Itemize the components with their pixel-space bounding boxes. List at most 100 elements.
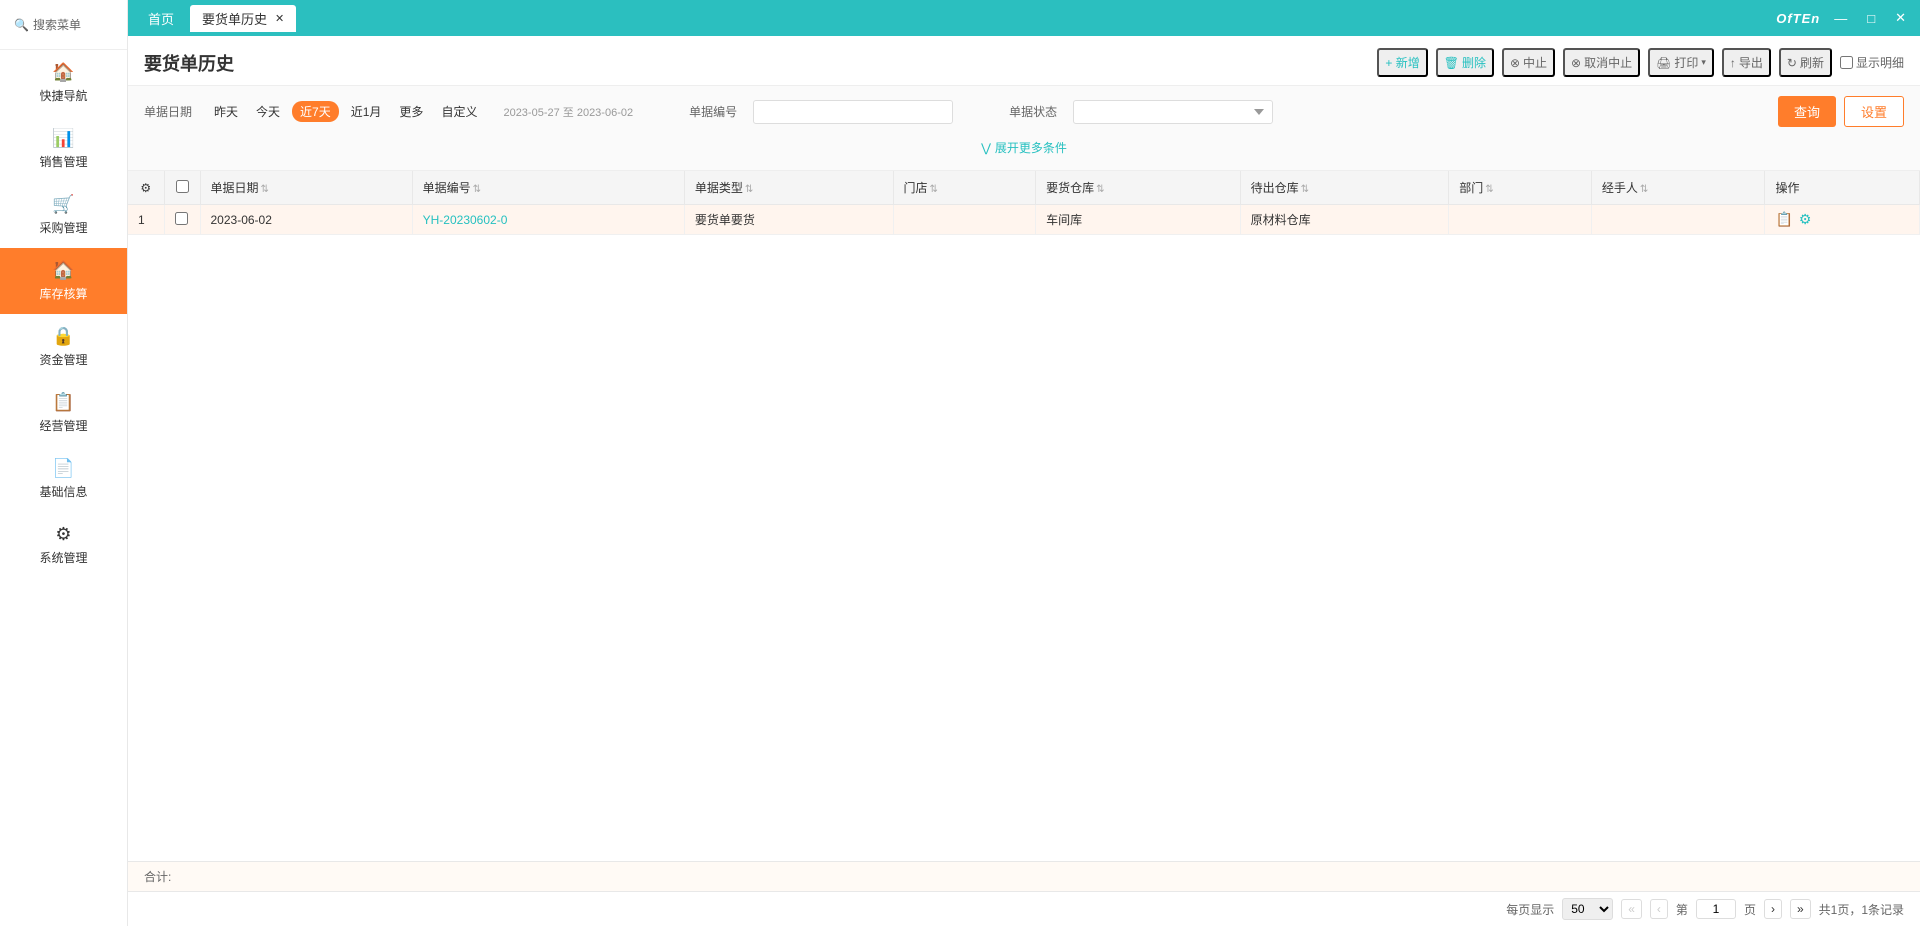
- status-select[interactable]: [1073, 100, 1273, 124]
- filter-row-1: 单据日期 昨天今天近7天近1月更多自定义 2023-05-27 至 2023-0…: [144, 96, 1904, 127]
- main-area: 首页要货单历史✕ OfTEn — □ ✕ 要货单历史 + 新增 🗑 删除 ⊗ 中…: [128, 0, 1920, 926]
- expand-row: ⋁ 展开更多条件: [144, 135, 1904, 160]
- cancel-stop-icon: ⊗: [1571, 56, 1581, 70]
- first-page-btn[interactable]: «: [1621, 899, 1642, 919]
- window-minimize-btn[interactable]: —: [1828, 9, 1853, 28]
- table-container: ⚙单据日期⇅单据编号⇅单据类型⇅门店⇅要货仓库⇅待出仓库⇅部门⇅经手人⇅操作 1…: [128, 171, 1920, 861]
- sidebar: 🔍 搜索菜单 🏠快捷导航📊销售管理 🛒 采购管理 🏠库存核算 🔒 资金管理 📋经营管理📄基础…: [0, 0, 128, 926]
- td-doc_type: 要货单要货: [684, 205, 893, 235]
- table-footer: 合计:: [128, 861, 1920, 891]
- print-button[interactable]: 🖨 打印 ▾: [1648, 48, 1714, 77]
- sort-icon-dept: ⇅: [1485, 184, 1493, 195]
- total-info: 共1页，1条记录: [1819, 901, 1904, 918]
- sidebar-label-finance: 资金管理: [39, 351, 87, 368]
- prev-page-btn[interactable]: ‹: [1650, 899, 1668, 919]
- display-detail-toggle[interactable]: 显示明细: [1840, 54, 1904, 71]
- window-maximize-btn[interactable]: □: [1861, 9, 1881, 28]
- td-action[interactable]: 📋 ⚙: [1765, 205, 1920, 235]
- search-icon: 🔍: [14, 18, 29, 32]
- tab-bar: 首页要货单历史✕ OfTEn — □ ✕: [128, 0, 1920, 36]
- doc-no-input[interactable]: [753, 100, 953, 124]
- th-handler[interactable]: 经手人⇅: [1591, 171, 1765, 205]
- sidebar-item-operation[interactable]: 📋经营管理: [0, 380, 127, 446]
- date-opt-近7天[interactable]: 近7天: [292, 101, 339, 122]
- date-opt-自定义[interactable]: 自定义: [435, 101, 483, 122]
- delete-icon: 🗑: [1444, 56, 1459, 70]
- quick-nav-icon: 🏠: [52, 62, 74, 83]
- th-pending_warehouse[interactable]: 待出仓库⇅: [1240, 171, 1449, 205]
- sales-icon: 📊: [52, 128, 74, 149]
- sort-icon-store: ⇅: [930, 184, 938, 195]
- next-page-btn[interactable]: ›: [1764, 899, 1782, 919]
- th-doc_no[interactable]: 单据编号⇅: [412, 171, 684, 205]
- sort-icon-doc_type: ⇅: [745, 184, 753, 195]
- table-settings-icon[interactable]: ⚙: [140, 181, 151, 195]
- purchase-icon: 🛒: [52, 194, 74, 215]
- th-checkbox: [164, 171, 200, 205]
- th-doc_type[interactable]: 单据类型⇅: [684, 171, 893, 205]
- per-page-select[interactable]: 102050100: [1562, 898, 1613, 920]
- display-detail-checkbox[interactable]: [1840, 56, 1853, 69]
- td-store: [893, 205, 1036, 235]
- expand-icon: ⋁: [981, 141, 991, 155]
- settings-button[interactable]: 设置: [1844, 96, 1904, 127]
- page-input[interactable]: [1696, 899, 1736, 919]
- total-label: 合计:: [144, 868, 171, 885]
- select-all-checkbox[interactable]: [176, 180, 189, 193]
- sidebar-item-system[interactable]: ⚙系统管理: [0, 512, 127, 578]
- status-label: 单据状态: [1009, 103, 1057, 120]
- sidebar-label-purchase: 采购管理: [39, 219, 87, 236]
- tab-requisition-history[interactable]: 要货单历史✕: [190, 5, 296, 32]
- last-page-btn[interactable]: »: [1790, 899, 1811, 919]
- more-action-icon[interactable]: ⚙: [1799, 211, 1812, 228]
- sidebar-label-system: 系统管理: [39, 549, 87, 566]
- page-header: 要货单历史 + 新增 🗑 删除 ⊗ 中止 ⊗ 取消中止 🖨 打印: [128, 36, 1920, 86]
- sidebar-item-finance[interactable]: 🔒 资金管理: [0, 314, 127, 380]
- date-opt-更多[interactable]: 更多: [393, 101, 429, 122]
- tab-home[interactable]: 首页: [136, 5, 186, 32]
- date-opt-今天[interactable]: 今天: [250, 101, 286, 122]
- sidebar-item-purchase[interactable]: 🛒 采购管理: [0, 182, 127, 248]
- query-button[interactable]: 查询: [1778, 96, 1836, 127]
- row-checkbox[interactable]: [175, 212, 188, 225]
- window-close-btn[interactable]: ✕: [1889, 8, 1912, 28]
- content-area: 要货单历史 + 新增 🗑 删除 ⊗ 中止 ⊗ 取消中止 🖨 打印: [128, 36, 1920, 926]
- refresh-icon: ↻: [1787, 56, 1797, 70]
- operation-icon: 📋: [52, 392, 74, 413]
- th-store[interactable]: 门店⇅: [893, 171, 1036, 205]
- expand-more-btn[interactable]: ⋁ 展开更多条件: [973, 135, 1075, 160]
- td-doc_date: 2023-06-02: [200, 205, 412, 235]
- brand-name: OfTEn: [1776, 11, 1820, 26]
- cancel-stop-button[interactable]: ⊗ 取消中止: [1563, 48, 1640, 77]
- search-menu-button[interactable]: 🔍 搜索菜单: [8, 10, 119, 39]
- date-opt-昨天[interactable]: 昨天: [208, 101, 244, 122]
- edit-action-icon[interactable]: 📋: [1775, 211, 1792, 228]
- td-doc_no[interactable]: YH-20230602-0: [412, 205, 684, 235]
- new-button[interactable]: + 新增: [1377, 48, 1427, 77]
- sidebar-item-basic[interactable]: 📄基础信息: [0, 446, 127, 512]
- date-opt-近1月[interactable]: 近1月: [345, 101, 388, 122]
- sidebar-search-area[interactable]: 🔍 搜索菜单: [0, 0, 127, 50]
- td-req_warehouse: 车间库: [1036, 205, 1240, 235]
- sort-icon-doc_no: ⇅: [473, 184, 481, 195]
- th-doc_date[interactable]: 单据日期⇅: [200, 171, 412, 205]
- sort-icon-req_warehouse: ⇅: [1096, 184, 1104, 195]
- sidebar-item-inventory[interactable]: 🏠库存核算: [0, 248, 127, 314]
- tab-close-requisition-history[interactable]: ✕: [275, 12, 284, 25]
- th-req_warehouse[interactable]: 要货仓库⇅: [1036, 171, 1240, 205]
- per-page-label: 每页显示: [1506, 901, 1554, 918]
- td-dept: [1449, 205, 1592, 235]
- doc-no-link[interactable]: YH-20230602-0: [423, 213, 508, 227]
- refresh-button[interactable]: ↻ 刷新: [1779, 48, 1832, 77]
- sidebar-item-quick-nav[interactable]: 🏠快捷导航: [0, 50, 127, 116]
- th-dept[interactable]: 部门⇅: [1449, 171, 1592, 205]
- sidebar-item-sales[interactable]: 📊销售管理: [0, 116, 127, 182]
- finance-icon: 🔒: [52, 326, 74, 347]
- stop-button[interactable]: ⊗ 中止: [1502, 48, 1555, 77]
- td-checkbox[interactable]: [164, 205, 200, 235]
- delete-button[interactable]: 🗑 删除: [1436, 48, 1494, 77]
- sort-icon-doc_date: ⇅: [261, 184, 269, 195]
- td-pending_warehouse: 原材料仓库: [1240, 205, 1449, 235]
- export-button[interactable]: ↑ 导出: [1722, 48, 1771, 77]
- export-icon: ↑: [1730, 56, 1736, 70]
